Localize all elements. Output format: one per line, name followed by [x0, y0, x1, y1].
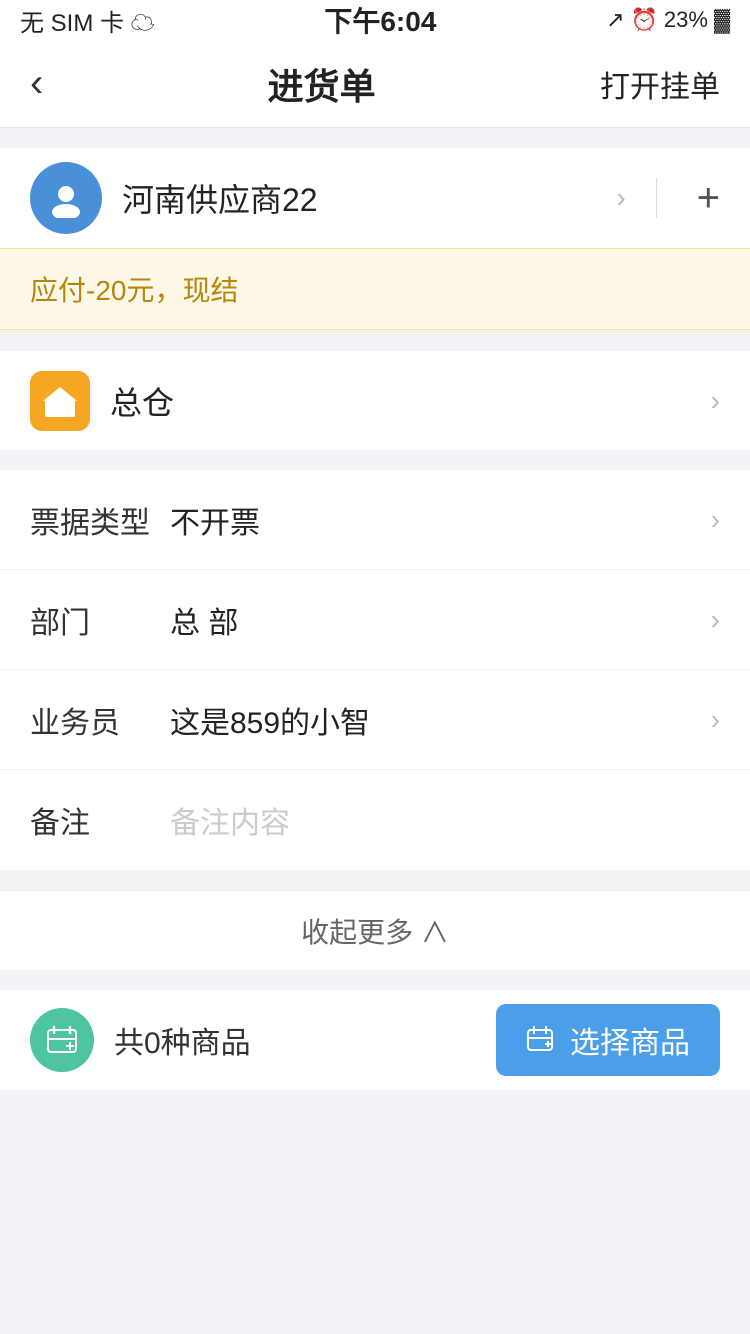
department-value: 总 部	[170, 598, 711, 642]
product-count-text: 共0种商品	[114, 1018, 496, 1062]
supplier-chevron-icon: ›	[616, 182, 625, 214]
warehouse-name: 总仓	[110, 378, 711, 424]
nav-bar: ‹ 进货单 打开挂单	[0, 40, 750, 128]
supplier-name: 河南供应商22	[122, 175, 616, 221]
collapse-row[interactable]: 收起更多 ∧	[0, 890, 750, 970]
signal-text: 无 SIM 卡 ☁	[20, 3, 155, 38]
alarm-icon: ⏰	[631, 7, 658, 33]
status-right: ↗ ⏰ 23% ▓	[606, 7, 730, 33]
gap-1	[0, 128, 750, 148]
ticket-type-label: 票据类型	[30, 498, 170, 542]
department-label: 部门	[30, 598, 170, 642]
gap-2	[0, 330, 750, 350]
salesperson-chevron-icon: ›	[711, 704, 720, 736]
supplier-divider	[656, 178, 657, 218]
bottom-bar: 共0种商品 选择商品	[0, 990, 750, 1090]
remark-input[interactable]: 备注内容	[170, 798, 720, 842]
page-title: 进货单	[268, 58, 376, 110]
warehouse-row[interactable]: 总仓 ›	[0, 350, 750, 450]
salesperson-label: 业务员	[30, 698, 170, 742]
status-bar: 无 SIM 卡 ☁ 下午6:04 ↗ ⏰ 23% ▓	[0, 0, 750, 40]
select-product-button[interactable]: 选择商品	[496, 1004, 720, 1076]
salesperson-row[interactable]: 业务员 这是859的小智 ›	[0, 670, 750, 770]
remark-label: 备注	[30, 798, 170, 842]
status-time: 下午6:04	[324, 0, 436, 40]
ticket-type-chevron-icon: ›	[711, 504, 720, 536]
add-supplier-button[interactable]: +	[697, 176, 720, 221]
info-banner-text: 应付-20元，现结	[30, 275, 238, 306]
ticket-type-value: 不开票	[170, 498, 711, 542]
form-section: 票据类型 不开票 › 部门 总 部 › 业务员 这是859的小智 › 备注 备注…	[0, 470, 750, 870]
back-button[interactable]: ‹	[30, 61, 43, 106]
product-icon	[30, 1008, 94, 1072]
collapse-text: 收起更多 ∧	[301, 911, 449, 951]
warehouse-chevron-icon: ›	[711, 385, 720, 417]
department-chevron-icon: ›	[711, 604, 720, 636]
remark-row[interactable]: 备注 备注内容	[0, 770, 750, 870]
battery-icon: ▓	[714, 7, 730, 33]
warehouse-icon	[30, 371, 90, 431]
ticket-type-row[interactable]: 票据类型 不开票 ›	[0, 470, 750, 570]
supplier-card: 河南供应商22 › + 应付-20元，现结	[0, 148, 750, 330]
open-pending-button[interactable]: 打开挂单	[600, 62, 720, 106]
supplier-avatar	[30, 162, 102, 234]
status-left: 无 SIM 卡 ☁	[20, 3, 155, 38]
salesperson-value: 这是859的小智	[170, 698, 711, 742]
info-banner: 应付-20元，现结	[0, 248, 750, 330]
supplier-row[interactable]: 河南供应商22 › +	[0, 148, 750, 248]
select-product-label: 选择商品	[570, 1018, 690, 1062]
location-icon: ↗	[606, 7, 624, 33]
battery-text: 23%	[664, 7, 708, 33]
department-row[interactable]: 部门 总 部 ›	[0, 570, 750, 670]
